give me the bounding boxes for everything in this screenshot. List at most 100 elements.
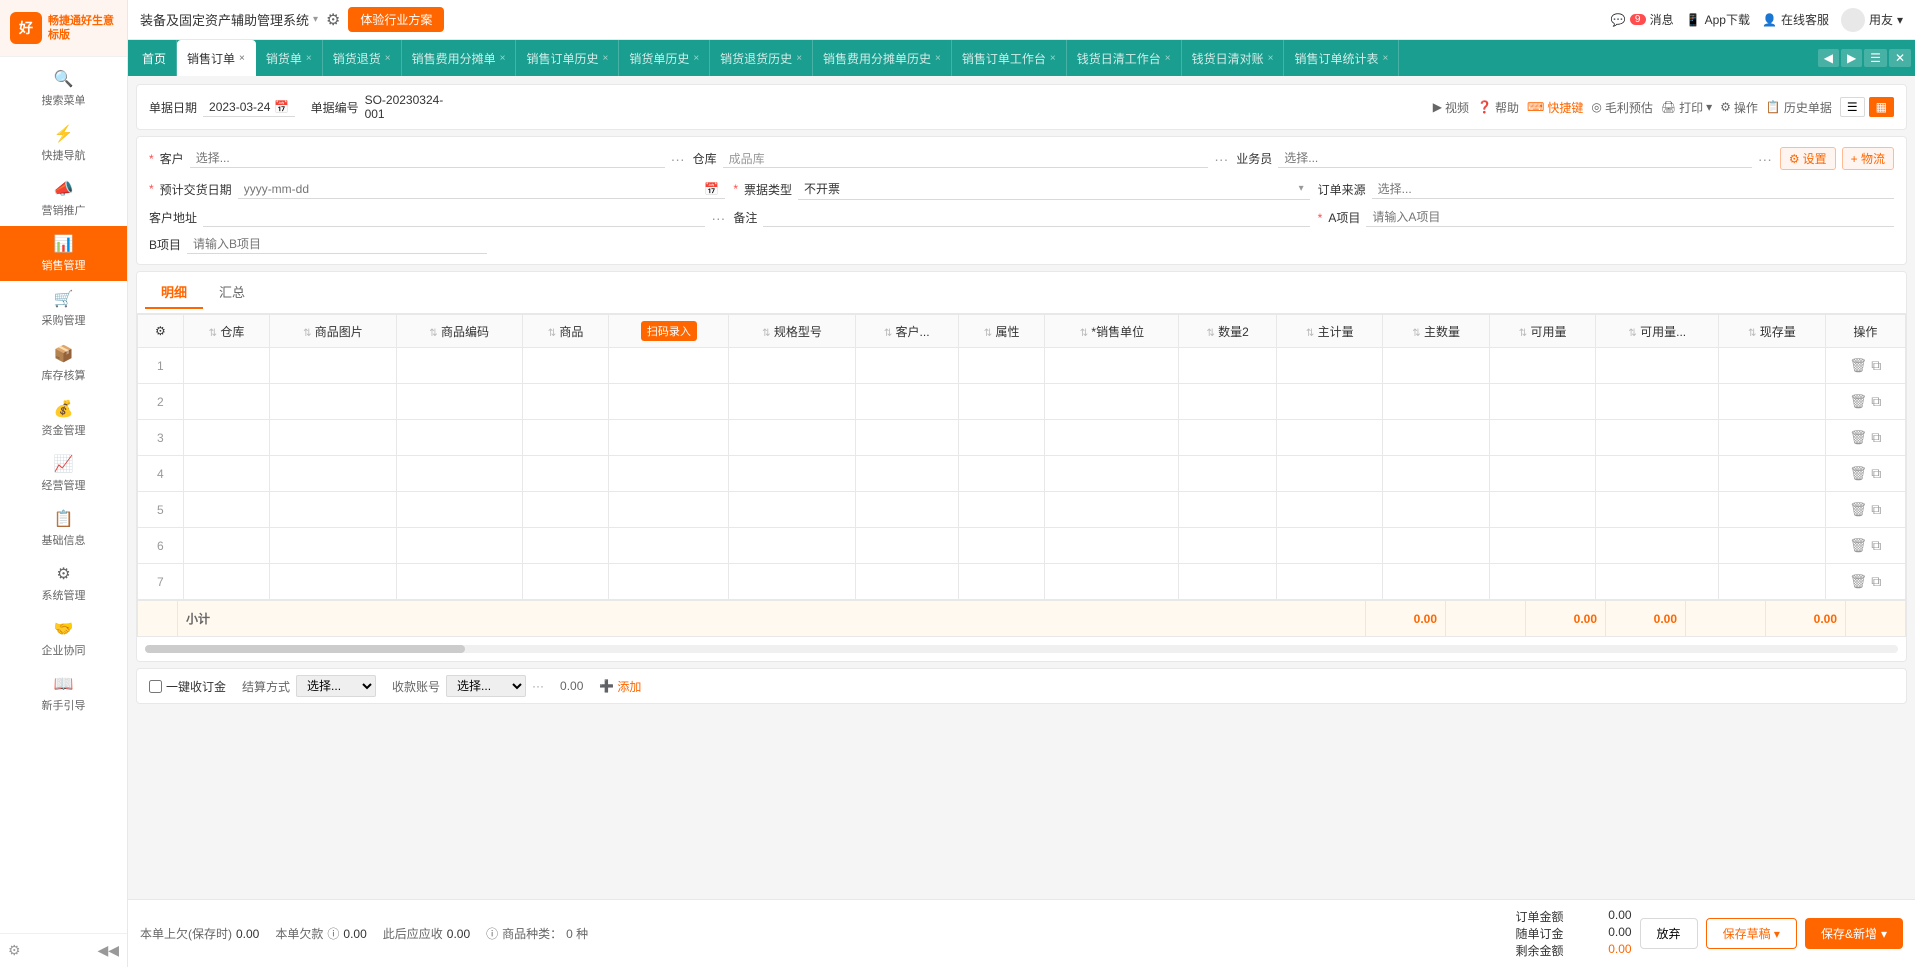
tab-close-all-button[interactable]: ✕ — [1889, 49, 1911, 67]
tab-close-icon-2[interactable]: × — [306, 53, 312, 64]
online-service-button[interactable]: 👤 在线客服 — [1762, 11, 1829, 28]
copy-icon[interactable]: ⧉ — [1871, 357, 1881, 374]
tab-1[interactable]: 销售订单× — [177, 40, 256, 76]
col-header-10[interactable]: ⇅ 数量2 — [1179, 315, 1277, 348]
col-header-11[interactable]: ⇅ 主计量 — [1277, 315, 1383, 348]
col-header-13[interactable]: ⇅ 可用量 — [1489, 315, 1595, 348]
col-header-3[interactable]: ⇅ 商品编码 — [396, 315, 522, 348]
tab-next-button[interactable]: ▶ — [1841, 49, 1862, 67]
copy-icon[interactable]: ⧉ — [1871, 465, 1881, 482]
salesperson-input[interactable] — [1278, 149, 1752, 168]
help-button[interactable]: ❓ 帮助 — [1477, 99, 1519, 116]
list-view-button[interactable]: ☰ — [1840, 97, 1865, 117]
message-button[interactable]: 💬 9 消息 — [1611, 11, 1674, 28]
tab-close-icon-12[interactable]: × — [1382, 53, 1388, 64]
delete-icon[interactable]: 🗑 — [1849, 465, 1867, 482]
operate-button[interactable]: ⚙ 操作 — [1720, 99, 1758, 116]
customer-more-icon[interactable]: ··· — [671, 151, 685, 167]
tab-close-icon-10[interactable]: × — [1165, 53, 1171, 64]
tab-5[interactable]: 销售订单历史× — [516, 40, 619, 76]
sidebar-item-7[interactable]: 📈经营管理 — [0, 446, 127, 501]
user-menu[interactable]: 用友 ▾ — [1841, 8, 1903, 32]
sidebar-item-5[interactable]: 📦库存核算 — [0, 336, 127, 391]
delete-icon[interactable]: 🗑 — [1849, 573, 1867, 590]
app-download-button[interactable]: 📱 App下载 — [1686, 11, 1750, 28]
customer-input[interactable] — [190, 149, 665, 168]
grid-view-button[interactable]: ▦ — [1869, 97, 1894, 117]
tab-prev-button[interactable]: ◀ — [1818, 49, 1839, 67]
ticket-type-select[interactable]: 不开票 ▾ — [798, 178, 1310, 200]
sidebar-item-2[interactable]: 📣营销推广 — [0, 171, 127, 226]
tab-close-icon-11[interactable]: × — [1268, 53, 1274, 64]
warehouse-more-icon[interactable]: ··· — [1214, 151, 1228, 167]
scan-button[interactable]: 扫码录入 — [641, 321, 697, 341]
col-header-12[interactable]: ⇅ 主数量 — [1383, 315, 1489, 348]
tab-4[interactable]: 销售费用分摊单× — [402, 40, 517, 76]
tab-0[interactable]: 首页 — [132, 40, 177, 76]
col-header-9[interactable]: ⇅ *销售单位 — [1045, 315, 1179, 348]
tab-2[interactable]: 销货单× — [256, 40, 323, 76]
address-more-icon[interactable]: ··· — [711, 210, 725, 226]
tab-3[interactable]: 销货退货× — [323, 40, 402, 76]
content-tab-0[interactable]: 明细 — [145, 276, 203, 309]
one-click-checkbox[interactable] — [149, 680, 162, 693]
add-payment-button[interactable]: ➕ 添加 — [599, 678, 641, 695]
tab-close-icon-8[interactable]: × — [935, 53, 941, 64]
history-button[interactable]: 📋 历史单据 — [1766, 99, 1832, 116]
tab-12[interactable]: 销售订单统计表× — [1284, 40, 1399, 76]
col-header-4[interactable]: ⇅ 商品 — [522, 315, 609, 348]
profit-button[interactable]: ◎ 毛利预估 — [1591, 99, 1653, 116]
tab-close-icon-4[interactable]: × — [500, 53, 506, 64]
salesperson-more-icon[interactable]: ··· — [1758, 151, 1772, 167]
tab-close-icon-9[interactable]: × — [1050, 53, 1056, 64]
delete-icon[interactable]: 🗑 — [1849, 429, 1867, 446]
order-source-input[interactable] — [1372, 180, 1894, 199]
view-video-button[interactable]: ▶ 视频 — [1433, 99, 1469, 116]
col-header-14[interactable]: ⇅ 可用量... — [1596, 315, 1719, 348]
content-tab-1[interactable]: 汇总 — [203, 276, 261, 309]
copy-icon[interactable]: ⧉ — [1871, 393, 1881, 410]
copy-icon[interactable]: ⧉ — [1871, 537, 1881, 554]
tab-menu-button[interactable]: ☰ — [1864, 49, 1887, 67]
tab-close-icon-6[interactable]: × — [693, 53, 699, 64]
col-header-2[interactable]: ⇅ 商品图片 — [270, 315, 396, 348]
sidebar-item-1[interactable]: ⚡快捷导航 — [0, 116, 127, 171]
sidebar-item-0[interactable]: 🔍搜索菜单 — [0, 61, 127, 116]
tab-9[interactable]: 销售订单工作台× — [952, 40, 1067, 76]
delete-icon[interactable]: 🗑 — [1849, 537, 1867, 554]
tab-8[interactable]: 销售费用分摊单历史× — [813, 40, 952, 76]
customer-address-input[interactable] — [203, 208, 705, 227]
tab-close-icon-7[interactable]: × — [796, 53, 802, 64]
solution-button[interactable]: 体验行业方案 — [348, 7, 444, 32]
sidebar-item-8[interactable]: 📋基础信息 — [0, 501, 127, 556]
col-header-6[interactable]: ⇅ 规格型号 — [729, 315, 855, 348]
copy-icon[interactable]: ⧉ — [1871, 429, 1881, 446]
bank-no-select[interactable]: 选择... — [446, 675, 526, 697]
add-material-button[interactable]: + 物流 — [1842, 147, 1894, 170]
tab-10[interactable]: 钱货日清工作台× — [1067, 40, 1182, 76]
tab-close-icon-1[interactable]: × — [239, 53, 245, 64]
delivery-date-input[interactable]: 📅 — [238, 180, 726, 199]
col-header-8[interactable]: ⇅ 属性 — [958, 315, 1045, 348]
discard-button[interactable]: 放弃 — [1640, 918, 1698, 949]
single-date-input[interactable]: 2023-03-24 📅 — [203, 98, 295, 117]
delete-icon[interactable]: 🗑 — [1849, 393, 1867, 410]
sidebar-item-11[interactable]: 📖新手引导 — [0, 666, 127, 721]
payment-method-select[interactable]: 选择... — [296, 675, 376, 697]
setting-button[interactable]: ⚙ 设置 — [1780, 147, 1836, 170]
sidebar-item-4[interactable]: 🛒采购管理 — [0, 281, 127, 336]
horizontal-scrollbar[interactable] — [145, 645, 1898, 653]
save-new-button[interactable]: 保存&新增 ▾ — [1805, 918, 1903, 949]
tab-close-icon-3[interactable]: × — [385, 53, 391, 64]
tab-6[interactable]: 销货单历史× — [619, 40, 710, 76]
warehouse-input[interactable] — [723, 149, 1209, 168]
b-project-input[interactable] — [187, 235, 487, 254]
a-project-input[interactable] — [1366, 208, 1894, 227]
sidebar-item-6[interactable]: 💰资金管理 — [0, 391, 127, 446]
save-draft-button[interactable]: 保存草稿 ▾ — [1706, 918, 1797, 949]
col-header-15[interactable]: ⇅ 现存量 — [1719, 315, 1825, 348]
topbar-gear-icon[interactable]: ⚙ — [326, 10, 340, 30]
sidebar-item-10[interactable]: 🤝企业协同 — [0, 611, 127, 666]
collapse-icon[interactable]: ◀◀ — [97, 942, 119, 959]
sidebar-item-3[interactable]: 📊销售管理 — [0, 226, 127, 281]
